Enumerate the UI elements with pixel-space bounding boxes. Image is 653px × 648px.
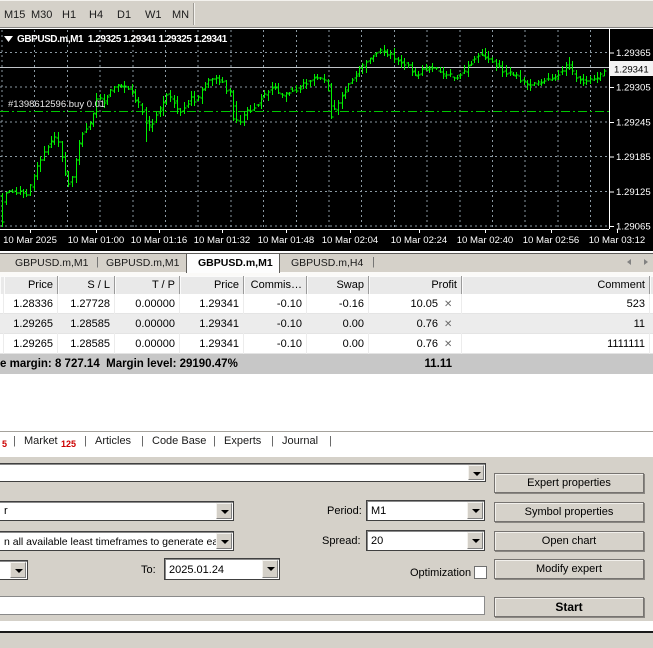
svg-text:10 Mar 03:12: 10 Mar 03:12 xyxy=(589,235,646,246)
svg-text:10 Mar 01:48: 10 Mar 01:48 xyxy=(258,235,315,246)
svg-text:1.29365: 1.29365 xyxy=(616,48,651,59)
svg-text:1.29341: 1.29341 xyxy=(614,65,649,76)
svg-text:10 Mar 02:24: 10 Mar 02:24 xyxy=(391,235,448,246)
svg-text:10 Mar 02:56: 10 Mar 02:56 xyxy=(523,235,580,246)
svg-text:1.29185: 1.29185 xyxy=(616,152,651,163)
svg-text:10 Mar 01:32: 10 Mar 01:32 xyxy=(194,235,251,246)
svg-text:#1398612596 buy 0.01: #1398612596 buy 0.01 xyxy=(8,99,105,110)
svg-text:10 Mar 01:16: 10 Mar 01:16 xyxy=(131,235,188,246)
svg-text:1.29125: 1.29125 xyxy=(616,187,651,198)
svg-text:1.29245: 1.29245 xyxy=(616,117,651,128)
svg-text:10 Mar 02:40: 10 Mar 02:40 xyxy=(457,235,514,246)
svg-text:GBPUSD.m,M1 1.29325 1.29341 1: GBPUSD.m,M1 1.29325 1.29341 1.29325 1.29… xyxy=(17,34,228,45)
svg-text:1.29065: 1.29065 xyxy=(616,222,651,233)
svg-text:10 Mar 01:00: 10 Mar 01:00 xyxy=(68,235,125,246)
svg-text:1.29305: 1.29305 xyxy=(616,83,651,94)
svg-text:10 Mar 2025: 10 Mar 2025 xyxy=(3,235,57,246)
svg-text:10 Mar 02:04: 10 Mar 02:04 xyxy=(322,235,379,246)
